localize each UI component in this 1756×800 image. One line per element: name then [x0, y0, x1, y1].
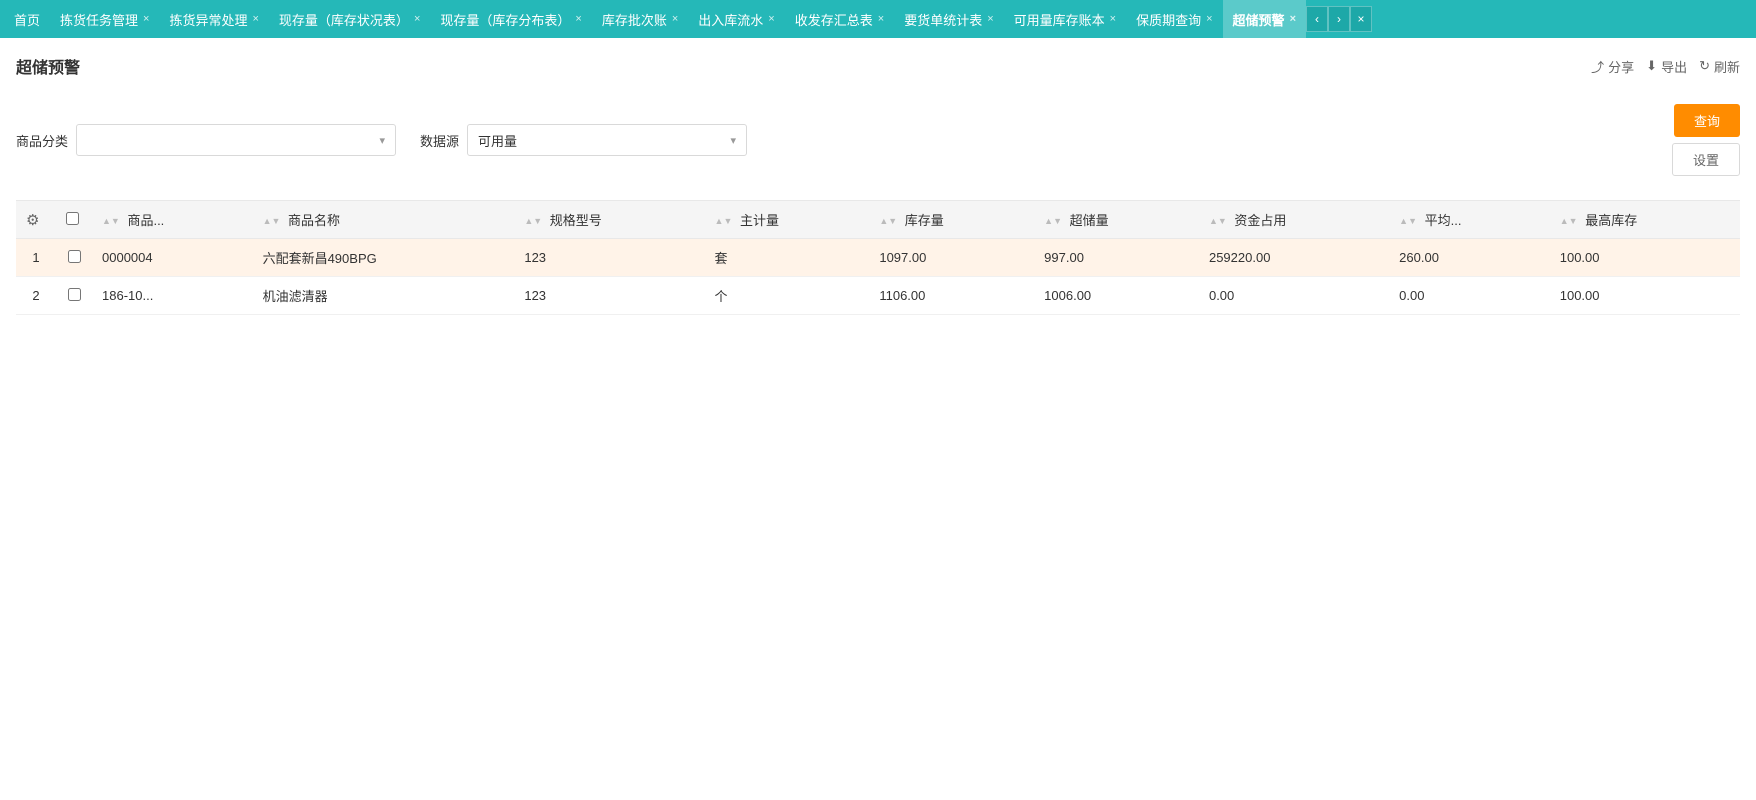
col-unit[interactable]: ▲▼ 主计量 — [705, 201, 870, 239]
nav-task-mgmt[interactable]: 拣货任务管理 × — [50, 0, 159, 38]
sort-icon: ▲▼ — [1399, 217, 1417, 226]
nav-inventory-status[interactable]: 现存量（库存状况表） × — [269, 0, 430, 38]
page-title: 超储预警 — [16, 54, 80, 78]
col-spec[interactable]: ▲▼ 规格型号 — [514, 201, 704, 239]
filter-buttons: 查询 设置 — [1672, 104, 1740, 176]
sort-icon: ▲▼ — [524, 217, 542, 226]
page-header: 超储预警 ⤴ 分享 ⬇ 导出 ↻ 刷新 — [16, 54, 1740, 78]
nav-overstock-warning[interactable]: 超储预警 × — [1223, 0, 1306, 38]
sort-icon: ▲▼ — [1044, 217, 1062, 226]
nav-exception[interactable]: 拣货异常处理 × — [159, 0, 268, 38]
overstock-cell: 997.00 — [1034, 239, 1199, 277]
share-button[interactable]: ⤴ 分享 — [1591, 57, 1634, 76]
row-checkbox-cell — [56, 277, 92, 315]
col-product-code[interactable]: ▲▼ 商品... — [92, 201, 253, 239]
datasource-filter: 数据源 可用量 ▾ — [420, 124, 747, 156]
row-number: 2 — [16, 277, 56, 315]
nav-available-ledger[interactable]: 可用量库存账本 × — [1004, 0, 1126, 38]
sort-icon: ▲▼ — [1209, 217, 1227, 226]
close-icon[interactable]: × — [252, 13, 258, 25]
page-content: 超储预警 ⤴ 分享 ⬇ 导出 ↻ 刷新 商品分类 ▾ 数据源 — [0, 38, 1756, 800]
sort-icon: ▲▼ — [1560, 217, 1578, 226]
capital-cell: 259220.00 — [1199, 239, 1389, 277]
product-name-cell: 六配套新昌490BPG — [253, 239, 515, 277]
col-select-all — [56, 201, 92, 239]
row-checkbox[interactable] — [68, 288, 81, 301]
nav-shelf-life[interactable]: 保质期查询 × — [1126, 0, 1222, 38]
datasource-select[interactable]: 可用量 ▾ — [467, 124, 747, 156]
chevron-down-icon: ▾ — [731, 134, 737, 147]
nav-prev-arrow[interactable]: ‹ — [1306, 6, 1328, 32]
row-checkbox-cell — [56, 239, 92, 277]
nav-order-stats[interactable]: 要货单统计表 × — [894, 0, 1003, 38]
select-all-checkbox[interactable] — [66, 212, 79, 225]
nav-home[interactable]: 首页 — [4, 0, 50, 38]
nav-receipt-summary[interactable]: 收发存汇总表 × — [785, 0, 894, 38]
close-icon[interactable]: × — [575, 13, 581, 25]
datasource-select-value: 可用量 — [478, 131, 517, 150]
share-icon: ⤴ — [1591, 57, 1604, 76]
close-icon[interactable]: × — [878, 13, 884, 25]
sort-icon: ▲▼ — [715, 217, 733, 226]
col-avg-cost[interactable]: ▲▼ 平均... — [1389, 201, 1550, 239]
close-icon[interactable]: × — [414, 13, 420, 25]
col-stock[interactable]: ▲▼ 库存量 — [869, 201, 1034, 239]
page-actions: ⤴ 分享 ⬇ 导出 ↻ 刷新 — [1591, 57, 1740, 76]
category-select[interactable]: ▾ — [76, 124, 396, 156]
product-code-cell: 0000004 — [92, 239, 253, 277]
close-icon[interactable]: × — [672, 13, 678, 25]
stock-cell: 1106.00 — [869, 277, 1034, 315]
data-table: ⚙ ▲▼ 商品... ▲▼ 商品名称 ▲▼ 规格型号 ▲▼ — [16, 200, 1740, 315]
avg-cost-cell: 0.00 — [1389, 277, 1550, 315]
nav-next-arrow[interactable]: › — [1328, 6, 1350, 32]
unit-cell: 个 — [705, 277, 870, 315]
top-navigation: 首页 拣货任务管理 × 拣货异常处理 × 现存量（库存状况表） × 现存量（库存… — [0, 0, 1756, 38]
nav-batch-account[interactable]: 库存批次账 × — [592, 0, 688, 38]
row-number: 1 — [16, 239, 56, 277]
setting-button[interactable]: 设置 — [1672, 143, 1740, 176]
sort-icon: ▲▼ — [879, 217, 897, 226]
capital-cell: 0.00 — [1199, 277, 1389, 315]
nav-inventory-dist[interactable]: 现存量（库存分布表） × — [430, 0, 591, 38]
sort-icon: ▲▼ — [102, 217, 120, 226]
refresh-button[interactable]: ↻ 刷新 — [1699, 57, 1740, 76]
close-icon[interactable]: × — [987, 13, 993, 25]
col-capital[interactable]: ▲▼ 资金占用 — [1199, 201, 1389, 239]
col-product-name[interactable]: ▲▼ 商品名称 — [253, 201, 515, 239]
col-overstock[interactable]: ▲▼ 超储量 — [1034, 201, 1199, 239]
close-icon[interactable]: × — [768, 13, 774, 25]
gear-icon[interactable]: ⚙ — [26, 212, 39, 229]
close-icon[interactable]: × — [143, 13, 149, 25]
row-checkbox[interactable] — [68, 250, 81, 263]
product-name-cell: 机油滤清器 — [253, 277, 515, 315]
table-row: 1 0000004 六配套新昌490BPG 123 套 1097.00 997.… — [16, 239, 1740, 277]
export-button[interactable]: ⬇ 导出 — [1646, 57, 1687, 76]
col-max-stock[interactable]: ▲▼ 最高库存 — [1550, 201, 1740, 239]
nav-inout-flow[interactable]: 出入库流水 × — [688, 0, 784, 38]
close-icon[interactable]: × — [1206, 13, 1212, 25]
chevron-down-icon: ▾ — [379, 134, 385, 147]
col-gear: ⚙ — [16, 201, 56, 239]
unit-cell: 套 — [705, 239, 870, 277]
close-icon[interactable]: × — [1290, 13, 1296, 25]
export-icon: ⬇ — [1646, 58, 1657, 74]
avg-cost-cell: 260.00 — [1389, 239, 1550, 277]
category-label: 商品分类 — [16, 131, 68, 150]
filter-row: 商品分类 ▾ 数据源 可用量 ▾ 查询 设置 — [16, 94, 1740, 186]
spec-cell: 123 — [514, 239, 704, 277]
max-stock-cell: 100.00 — [1550, 239, 1740, 277]
datasource-label: 数据源 — [420, 131, 459, 150]
table-row: 2 186-10... 机油滤清器 123 个 1106.00 1006.00 … — [16, 277, 1740, 315]
max-stock-cell: 100.00 — [1550, 277, 1740, 315]
nav-more-arrow[interactable]: × — [1350, 6, 1372, 32]
stock-cell: 1097.00 — [869, 239, 1034, 277]
overstock-cell: 1006.00 — [1034, 277, 1199, 315]
query-button[interactable]: 查询 — [1674, 104, 1740, 137]
product-code-cell: 186-10... — [92, 277, 253, 315]
spec-cell: 123 — [514, 277, 704, 315]
sort-icon: ▲▼ — [263, 217, 281, 226]
close-icon[interactable]: × — [1110, 13, 1116, 25]
category-filter: 商品分类 ▾ — [16, 124, 396, 156]
refresh-icon: ↻ — [1699, 58, 1710, 74]
